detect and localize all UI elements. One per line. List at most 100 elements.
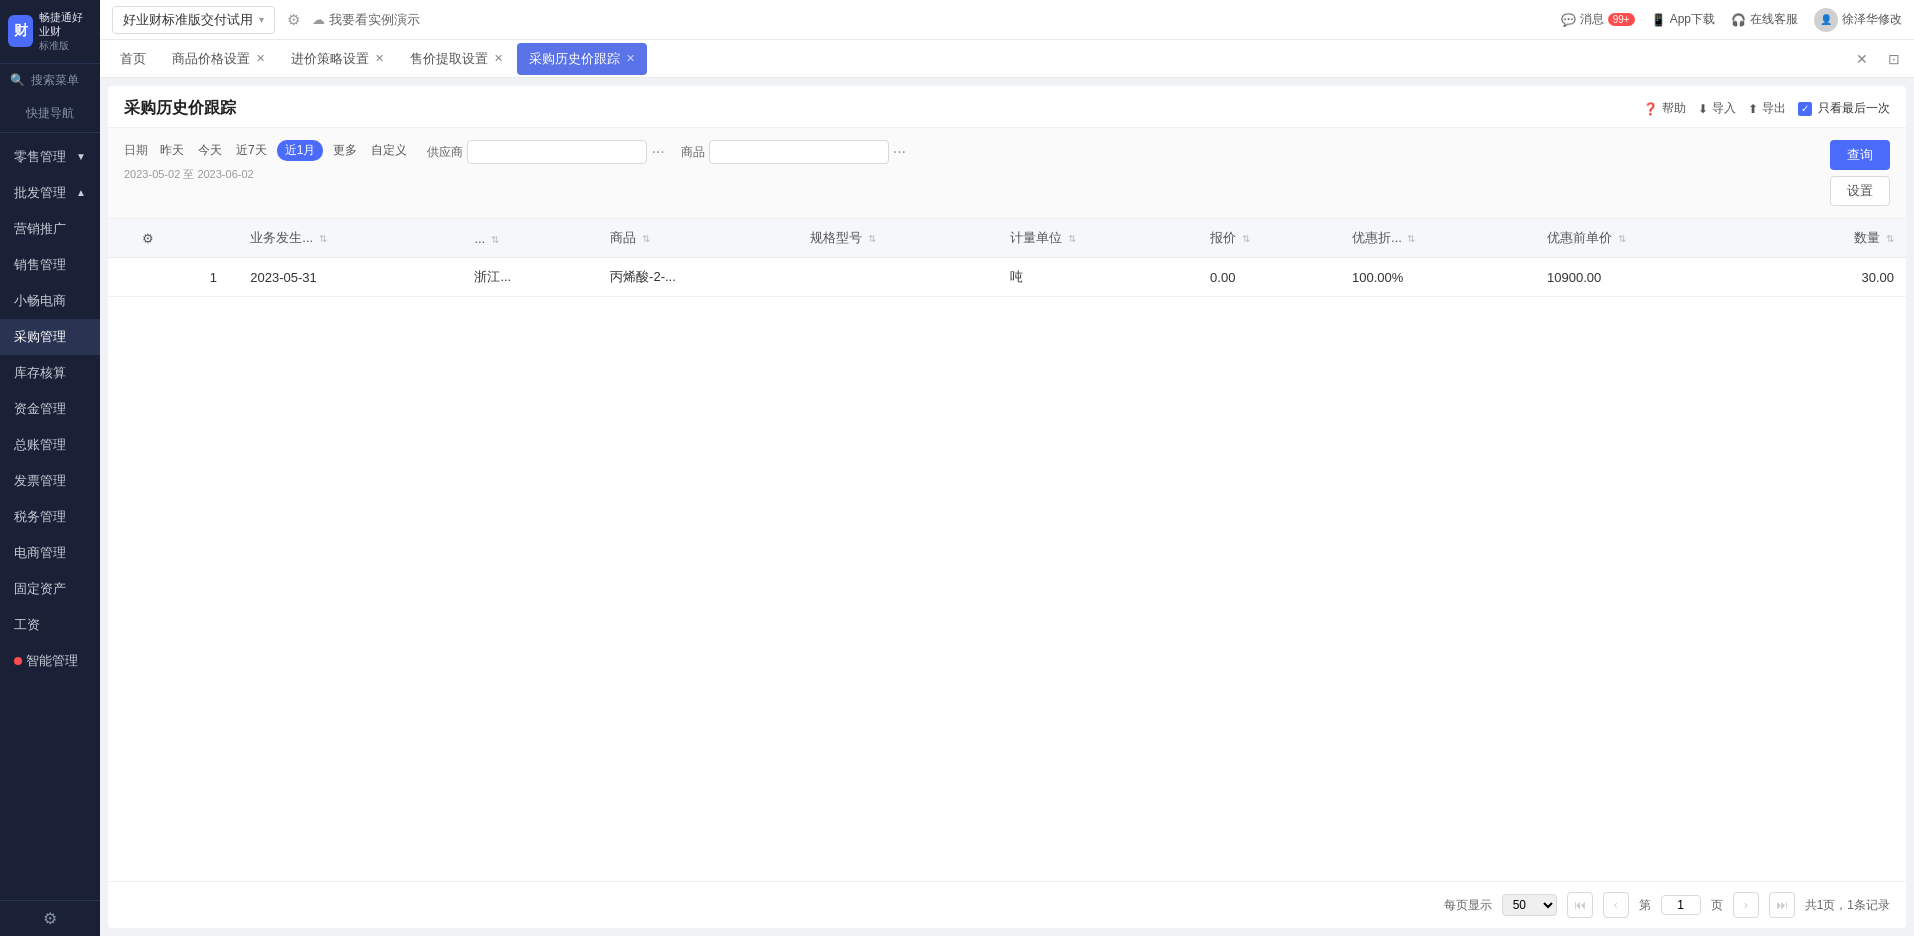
th-date[interactable]: 业务发生... ⇅: [238, 219, 462, 258]
cell-num: 1: [188, 258, 238, 297]
th-spec[interactable]: 规格型号 ⇅: [798, 219, 998, 258]
page-unit: 页: [1711, 897, 1723, 914]
date-btn-more[interactable]: 更多: [329, 140, 361, 161]
sidebar-item-inventory[interactable]: 库存核算: [0, 355, 100, 391]
goods-label: 商品: [681, 144, 705, 161]
gear-icon: ⚙: [142, 231, 154, 246]
sidebar-item-ledger[interactable]: 总账管理: [0, 427, 100, 463]
sidebar-item-invoice[interactable]: 发票管理: [0, 463, 100, 499]
th-goods[interactable]: 商品 ⇅: [598, 219, 798, 258]
user-menu[interactable]: 👤 徐泽华修改: [1814, 8, 1902, 32]
tab-cost-strategy-label: 进价策略设置: [291, 50, 369, 68]
date-btn-custom[interactable]: 自定义: [367, 140, 411, 161]
th-price[interactable]: 报价 ⇅: [1198, 219, 1340, 258]
pagination-next-btn[interactable]: ›: [1733, 892, 1759, 918]
only-latest-label: 只看最后一次: [1818, 100, 1890, 117]
version-selector[interactable]: 好业财标准版交付试用 ▾: [112, 6, 275, 34]
sidebar-item-retail[interactable]: 零售管理 ▼: [0, 139, 100, 175]
goods-filter: 商品 ···: [681, 140, 906, 164]
table-row: 1 2023-05-31 浙江... 丙烯酸-2-... 吨 0.00 100.…: [108, 258, 1906, 297]
demo-btn[interactable]: ☁ 我要看实例演示: [312, 11, 420, 29]
tab-sale-price[interactable]: 售价提取设置 ✕: [398, 43, 515, 75]
sidebar-item-ecommerce-small[interactable]: 小畅电商: [0, 283, 100, 319]
topbar-right: 💬 消息 99+ 📱 App下载 🎧 在线客服 👤 徐泽华修改: [1561, 8, 1902, 32]
sidebar-item-wholesale[interactable]: 批发管理 ▲: [0, 175, 100, 211]
app-download-btn[interactable]: 📱 App下载: [1651, 11, 1715, 28]
sidebar-item-ecommerce-label: 电商管理: [14, 544, 86, 562]
close-sale-price-icon[interactable]: ✕: [494, 52, 503, 65]
import-btn[interactable]: ⬇ 导入: [1698, 100, 1736, 117]
goods-dots[interactable]: ···: [893, 143, 906, 161]
logo-app-name: 畅捷通好业财: [39, 10, 92, 39]
help-icon: ❓: [1643, 102, 1658, 116]
pagination: 每页显示 50 10 20 100 ⏮ ‹ 第 页 › ⏭ 共1页，1条记录: [108, 881, 1906, 928]
app-download-label: App下载: [1670, 11, 1715, 28]
supplier-filter: 供应商 ···: [427, 140, 664, 164]
close-purchase-history-icon[interactable]: ✕: [626, 52, 635, 65]
sidebar-item-purchase[interactable]: 采购管理: [0, 319, 100, 355]
pagination-prev-btn[interactable]: ‹: [1603, 892, 1629, 918]
tab-maximize-btn[interactable]: ⊡: [1882, 47, 1906, 71]
close-cost-strategy-icon[interactable]: ✕: [375, 52, 384, 65]
supplier-input[interactable]: [467, 140, 647, 164]
sidebar-settings-icon[interactable]: ⚙: [43, 909, 57, 928]
sidebar-item-ai[interactable]: 智能管理: [0, 643, 100, 679]
sidebar-item-tax[interactable]: 税务管理: [0, 499, 100, 535]
date-btn-today[interactable]: 今天: [194, 140, 226, 161]
settings-btn[interactable]: 设置: [1830, 176, 1890, 206]
topbar: 好业财标准版交付试用 ▾ ⚙ ☁ 我要看实例演示 💬 消息 99+ 📱 App下…: [100, 0, 1914, 40]
tab-purchase-history[interactable]: 采购历史价跟踪 ✕: [517, 43, 647, 75]
logo-icon: 财: [8, 15, 33, 47]
sidebar-item-ai-label: 智能管理: [26, 652, 86, 670]
th-gear[interactable]: ⚙: [108, 219, 188, 258]
th-original-price[interactable]: 优惠前单价 ⇅: [1535, 219, 1764, 258]
query-btn[interactable]: 查询: [1830, 140, 1890, 170]
goods-input[interactable]: [709, 140, 889, 164]
message-icon: 💬: [1561, 13, 1576, 27]
sidebar-item-tax-label: 税务管理: [14, 508, 86, 526]
tab-price-settings[interactable]: 商品价格设置 ✕: [160, 43, 277, 75]
sidebar-item-ecommerce[interactable]: 电商管理: [0, 535, 100, 571]
sidebar-item-salary[interactable]: 工资: [0, 607, 100, 643]
date-options: 昨天 今天 近7天 近1月 更多 自定义: [156, 140, 411, 161]
sidebar-item-finance[interactable]: 资金管理: [0, 391, 100, 427]
tab-home[interactable]: 首页: [108, 43, 158, 75]
per-page-label: 每页显示: [1444, 897, 1492, 914]
topbar-gear-icon[interactable]: ⚙: [287, 11, 300, 29]
sidebar-item-sales[interactable]: 销售管理: [0, 247, 100, 283]
date-range-display: 2023-05-02 至 2023-06-02: [124, 167, 411, 182]
supplier-dots[interactable]: ···: [651, 143, 664, 161]
only-latest-checkbox[interactable]: ✓: [1798, 102, 1812, 116]
date-btn-yesterday[interactable]: 昨天: [156, 140, 188, 161]
date-btn-1month[interactable]: 近1月: [277, 140, 324, 161]
message-btn[interactable]: 💬 消息 99+: [1561, 11, 1635, 28]
tab-home-label: 首页: [120, 50, 146, 68]
sort-goods-icon: ⇅: [642, 233, 650, 244]
main-area: 好业财标准版交付试用 ▾ ⚙ ☁ 我要看实例演示 💬 消息 99+ 📱 App下…: [100, 0, 1914, 936]
demo-icon: ☁: [312, 12, 325, 27]
sidebar-search[interactable]: 🔍 搜索菜单: [0, 64, 100, 97]
online-service-btn[interactable]: 🎧 在线客服: [1731, 11, 1798, 28]
th-discount[interactable]: 优惠折... ⇅: [1340, 219, 1535, 258]
sidebar-item-marketing[interactable]: 营销推广: [0, 211, 100, 247]
pagination-first-btn[interactable]: ⏮: [1567, 892, 1593, 918]
tab-cost-strategy[interactable]: 进价策略设置 ✕: [279, 43, 396, 75]
th-quantity[interactable]: 数量 ⇅: [1764, 219, 1906, 258]
export-btn[interactable]: ⬆ 导出: [1748, 100, 1786, 117]
tab-close-all-btn[interactable]: ✕: [1850, 47, 1874, 71]
th-unit[interactable]: 计量单位 ⇅: [998, 219, 1198, 258]
sidebar-item-fixed-assets[interactable]: 固定资产: [0, 571, 100, 607]
per-page-select[interactable]: 50 10 20 100: [1502, 894, 1557, 916]
page-input[interactable]: [1661, 895, 1701, 915]
sidebar-quick-nav[interactable]: 快捷导航: [0, 97, 100, 130]
pagination-last-btn[interactable]: ⏭: [1769, 892, 1795, 918]
help-btn[interactable]: ❓ 帮助: [1643, 100, 1686, 117]
version-label: 好业财标准版交付试用: [123, 11, 253, 29]
only-latest-toggle[interactable]: ✓ 只看最后一次: [1798, 100, 1890, 117]
close-price-settings-icon[interactable]: ✕: [256, 52, 265, 65]
cell-discount: 100.00%: [1340, 258, 1535, 297]
sort-unit-icon: ⇅: [1068, 233, 1076, 244]
cell-quantity: 30.00: [1764, 258, 1906, 297]
th-extra[interactable]: ... ⇅: [462, 219, 598, 258]
date-btn-7days[interactable]: 近7天: [232, 140, 271, 161]
